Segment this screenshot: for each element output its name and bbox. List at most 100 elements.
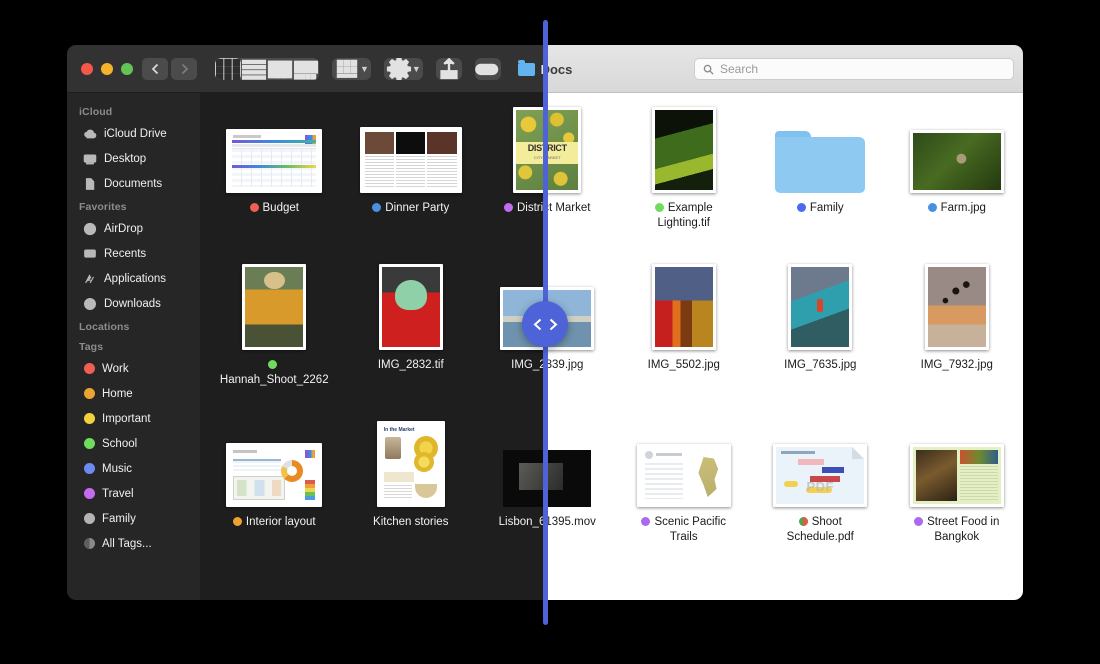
file-label[interactable]: IMG_7635.jpg [784, 358, 856, 373]
group-by-control[interactable]: ▼ [332, 58, 371, 80]
gear-button[interactable] [386, 58, 412, 80]
file-label[interactable]: Scenic Pacific Trails [628, 515, 740, 545]
file-thumb-wrap[interactable] [359, 107, 462, 193]
file-name: Shoot Schedule.pdf [786, 516, 854, 543]
file-tag-dot [927, 203, 937, 212]
file-item[interactable]: Farm.jpg [889, 107, 1024, 258]
sidebar-item-recents[interactable]: Recents [67, 241, 200, 266]
file-thumb-wrap[interactable] [651, 107, 716, 193]
file-label[interactable]: Family [796, 201, 844, 216]
file-label[interactable]: Example Lighting.tif [628, 201, 740, 231]
traffic-lights[interactable] [67, 62, 133, 75]
file-name: IMG_2832.tif [377, 359, 444, 371]
sidebar-item-home[interactable]: Home [67, 381, 200, 406]
tag-dot-icon [84, 438, 95, 449]
file-item[interactable]: Example Lighting.tif [616, 107, 753, 258]
file-tag-dot [654, 203, 664, 212]
file-thumb-wrap[interactable]: In the Market [376, 421, 445, 507]
sidebar-item-family[interactable]: Family [67, 506, 200, 531]
icon-view-button[interactable] [215, 58, 241, 80]
share-control[interactable] [435, 58, 462, 80]
toolbar-left-dark[interactable]: ▼ ▼ [215, 45, 501, 93]
file-thumb-wrap[interactable] [775, 107, 866, 193]
file-item[interactable]: Street Food in Bangkok [889, 421, 1024, 572]
sidebar-item-all-tags[interactable]: All Tags... [67, 531, 200, 556]
file-tag-dot [372, 203, 382, 212]
file-label[interactable]: Farm.jpg [927, 201, 986, 216]
group-by-button[interactable] [334, 58, 360, 80]
sidebar-header-tags: Tags [79, 341, 104, 353]
nav-buttons[interactable] [142, 57, 197, 80]
file-item[interactable]: IMG_2832.tif [343, 264, 480, 415]
sidebar-dark[interactable]: iCloud iCloud Drive Desktop Documents Favori… [67, 93, 200, 600]
file-item[interactable]: IMG_7635.jpg [752, 264, 889, 415]
file-item[interactable]: In the Market Kitchen stories [343, 421, 480, 572]
file-thumbnail [636, 444, 731, 507]
sidebar-item-work[interactable]: Work [67, 356, 200, 381]
file-item[interactable]: Hannah_Shoot_2262 [206, 264, 343, 415]
file-item[interactable]: Interior layout [206, 421, 343, 572]
sidebar-item-important[interactable]: Important [67, 406, 200, 431]
sidebar-item-desktop[interactable]: Desktop [67, 146, 200, 171]
file-thumb-wrap[interactable] [226, 421, 323, 507]
file-thumb-wrap[interactable] [378, 264, 443, 350]
sidebar-item-documents[interactable]: Documents [67, 171, 200, 196]
file-item[interactable]: Budget [206, 107, 343, 258]
file-item[interactable]: IMG_5502.jpg [616, 264, 753, 415]
file-thumb-wrap[interactable] [636, 421, 731, 507]
file-item[interactable]: IMG_7932.jpg [889, 264, 1024, 415]
sidebar-item-downloads[interactable]: Downloads [67, 291, 200, 316]
zoom-button[interactable] [121, 62, 133, 75]
gallery-view-button[interactable] [293, 58, 319, 80]
sidebar-item-music[interactable]: Music [67, 456, 200, 481]
sidebar-item-icloud-drive[interactable]: iCloud Drive [67, 121, 200, 146]
file-tag-dot [267, 360, 277, 369]
cloud-icon [83, 127, 97, 141]
sidebar-item-applications[interactable]: Applications [67, 266, 200, 291]
close-button[interactable] [81, 62, 93, 75]
file-item[interactable]: PDF Shoot Schedule.pdf [752, 421, 889, 572]
file-label[interactable]: IMG_7932.jpg [921, 358, 993, 373]
file-thumb-wrap[interactable] [226, 107, 323, 193]
sidebar-header-favorites: Favorites [79, 201, 127, 213]
forward-button[interactable] [171, 57, 197, 80]
file-label[interactable]: Hannah_Shoot_2262 [218, 358, 330, 388]
sidebar-item-travel[interactable]: Travel [67, 481, 200, 506]
file-label[interactable]: Dinner Party [372, 201, 449, 216]
action-control[interactable]: ▼ [383, 58, 423, 80]
file-label[interactable]: Budget [249, 201, 299, 216]
file-thumb-wrap[interactable] [651, 264, 716, 350]
minimize-button[interactable] [101, 62, 113, 75]
search-placeholder[interactable]: Search [720, 62, 758, 76]
search-field-light[interactable]: Search [694, 58, 1014, 80]
theme-compare-handle[interactable] [522, 301, 568, 347]
chevron-down-icon[interactable]: ▼ [360, 64, 369, 74]
file-label[interactable]: IMG_5502.jpg [648, 358, 720, 373]
sidebar-item-school[interactable]: School [67, 431, 200, 456]
view-switcher[interactable] [215, 58, 319, 80]
file-label[interactable]: Interior layout [232, 515, 316, 530]
file-thumb-wrap[interactable] [909, 107, 1004, 193]
share-button[interactable] [436, 58, 462, 80]
sidebar-item-airdrop[interactable]: AirDrop [67, 216, 200, 241]
list-view-button[interactable] [241, 58, 267, 80]
column-view-button[interactable] [267, 58, 293, 80]
file-item[interactable]: Scenic Pacific Trails [616, 421, 753, 572]
tag-control[interactable] [474, 58, 501, 80]
file-thumb-wrap[interactable] [788, 264, 853, 350]
file-label[interactable]: Shoot Schedule.pdf [764, 515, 876, 545]
file-item[interactable]: Dinner Party [343, 107, 480, 258]
file-thumb-wrap[interactable]: PDF [773, 421, 868, 507]
file-thumb-wrap[interactable] [242, 264, 307, 350]
file-item[interactable]: Family [752, 107, 889, 258]
file-name: Budget [262, 202, 299, 214]
sidebar-item-label: All Tags... [102, 537, 152, 550]
back-button[interactable] [142, 57, 168, 80]
file-thumb-wrap[interactable] [909, 421, 1004, 507]
file-label[interactable]: Street Food in Bangkok [901, 515, 1013, 545]
file-thumb-wrap[interactable] [924, 264, 989, 350]
file-label[interactable]: Kitchen stories [373, 515, 448, 530]
tag-button[interactable] [475, 58, 501, 80]
chevron-down-icon[interactable]: ▼ [412, 64, 421, 74]
file-label[interactable]: IMG_2832.tif [378, 358, 444, 373]
